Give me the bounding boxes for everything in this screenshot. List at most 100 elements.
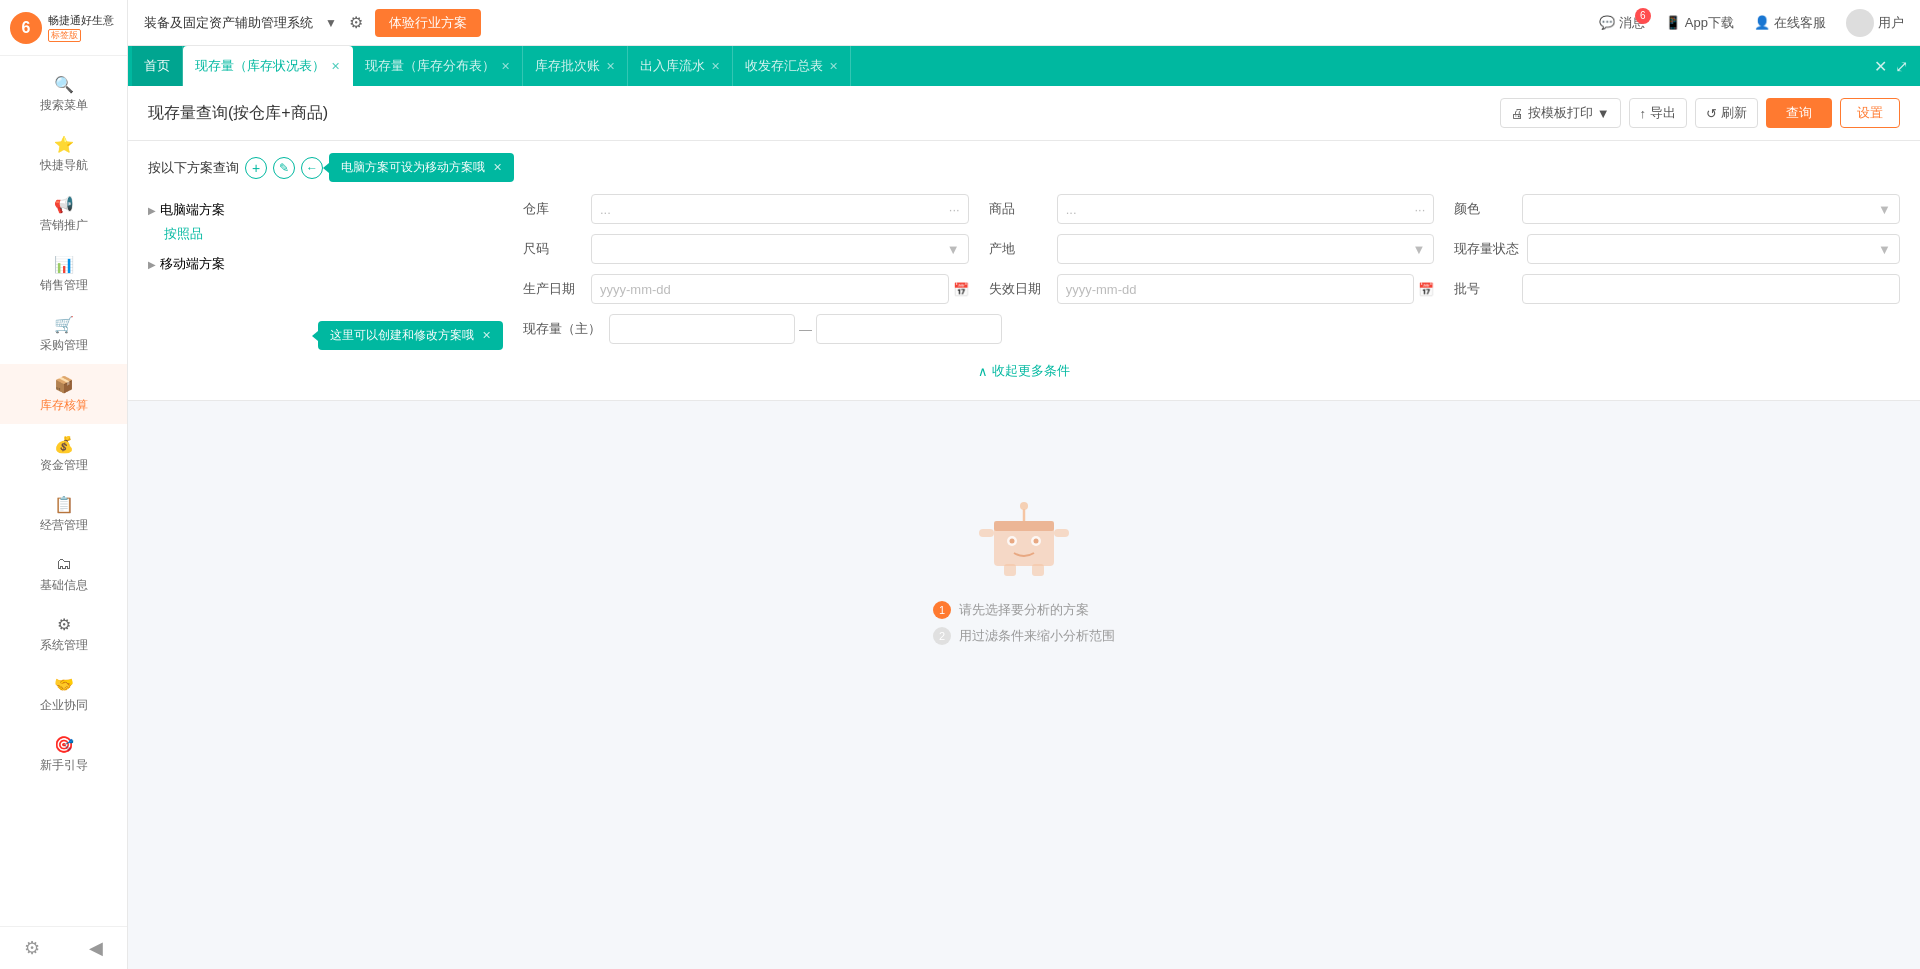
tab-close-batch-ledger[interactable]: ✕ xyxy=(606,60,615,73)
service-icon: 👤 xyxy=(1754,15,1770,30)
tab-batch-ledger[interactable]: 库存批次账 ✕ xyxy=(523,46,628,86)
settings-bottom-btn[interactable]: ⚙ xyxy=(24,937,40,959)
sidebar-item-enterprise[interactable]: 🤝 企业协同 xyxy=(0,664,127,724)
sidebar-item-inventory[interactable]: 📦 库存核算 xyxy=(0,364,127,424)
system-dropdown-btn[interactable]: ▼ xyxy=(325,16,337,30)
tab-home-label: 首页 xyxy=(144,57,170,75)
stock-status-select[interactable]: ▼ xyxy=(1527,234,1900,264)
app-download-btn[interactable]: 📱 App下载 xyxy=(1665,14,1734,32)
experience-btn[interactable]: 体验行业方案 xyxy=(375,9,481,37)
step-1-num: 1 xyxy=(933,601,951,619)
step-2-num: 2 xyxy=(933,627,951,645)
origin-select[interactable]: ▼ xyxy=(1057,234,1435,264)
goods-label: 商品 xyxy=(989,200,1049,218)
sidebar-item-sales[interactable]: 📊 销售管理 xyxy=(0,244,127,304)
collapse-icon: ∧ xyxy=(978,364,988,379)
stock-main-from[interactable] xyxy=(609,314,795,344)
scheme-tooltip-close[interactable]: ✕ xyxy=(493,161,502,174)
collapse-filter-btn[interactable]: ∧ 收起更多条件 xyxy=(148,354,1900,388)
scheme-desktop[interactable]: ▶ 电脑端方案 xyxy=(148,198,308,222)
scheme-item-desktop-1[interactable]: 按照品 xyxy=(164,222,308,246)
operations-icon: 📋 xyxy=(54,494,74,514)
marketing-icon: 📢 xyxy=(54,194,74,214)
empty-step-1: 1 请先选择要分析的方案 xyxy=(933,601,1115,619)
arrow-scheme-btn[interactable]: ← xyxy=(301,157,323,179)
batch-input[interactable] xyxy=(1522,274,1900,304)
size-select[interactable]: ▼ xyxy=(591,234,969,264)
warehouse-label: 仓库 xyxy=(523,200,583,218)
goods-select[interactable]: ... ··· xyxy=(1057,194,1435,224)
tab-close-inventory-dist[interactable]: ✕ xyxy=(501,60,510,73)
sidebar-item-marketing[interactable]: 📢 营销推广 xyxy=(0,184,127,244)
enterprise-icon: 🤝 xyxy=(54,674,74,694)
search-btn[interactable]: 查询 xyxy=(1766,98,1832,128)
tab-collect-summary[interactable]: 收发存汇总表 ✕ xyxy=(733,46,851,86)
size-arrow: ▼ xyxy=(947,242,960,257)
export-icon: ↑ xyxy=(1640,106,1647,121)
export-btn[interactable]: ↑ 导出 xyxy=(1629,98,1688,128)
scheme-tooltip: 电脑方案可设为移动方案哦 ✕ xyxy=(329,153,514,182)
goods-placeholder: ... xyxy=(1066,202,1077,217)
sidebar-item-finance[interactable]: 💰 资金管理 xyxy=(0,424,127,484)
mobile-label: 移动端方案 xyxy=(160,255,225,273)
sidebar-logo: 6 畅捷通好生意 标签版 xyxy=(0,0,127,56)
system-icon: ⚙ xyxy=(54,614,74,634)
filter-stock-status: 现存量状态 ▼ xyxy=(1454,234,1900,264)
sidebar-item-label: 资金管理 xyxy=(40,457,88,474)
calendar-icon-expire[interactable]: 📅 xyxy=(1418,282,1434,297)
header-settings-icon[interactable]: ⚙ xyxy=(349,13,363,32)
collapse-sidebar-btn[interactable]: ◀ xyxy=(89,937,103,959)
print-dropdown-icon: ▼ xyxy=(1597,106,1610,121)
refresh-btn[interactable]: ↺ 刷新 xyxy=(1695,98,1758,128)
tab-close-in-out-flow[interactable]: ✕ xyxy=(711,60,720,73)
sidebar-item-basic[interactable]: 🗂 基础信息 xyxy=(0,544,127,604)
filter-expire-date: 失效日期 📅 xyxy=(989,274,1435,304)
sidebar-item-system[interactable]: ⚙ 系统管理 xyxy=(0,604,127,664)
scheme-mobile[interactable]: ▶ 移动端方案 xyxy=(148,252,308,276)
scheme-panel: ▶ 电脑端方案 按照品 ▶ 移动端方案 xyxy=(148,194,308,354)
tab-close-inventory-status[interactable]: ✕ xyxy=(331,60,340,73)
reset-btn[interactable]: 设置 xyxy=(1840,98,1900,128)
sidebar-item-purchase[interactable]: 🛒 采购管理 xyxy=(0,304,127,364)
expire-date-input[interactable] xyxy=(1057,274,1415,304)
stock-main-to[interactable] xyxy=(816,314,1002,344)
inventory-icon: 📦 xyxy=(54,374,74,394)
tab-close-all-btn[interactable]: ✕ xyxy=(1874,57,1887,76)
user-area[interactable]: 用户 xyxy=(1846,9,1904,37)
sidebar-bottom: ⚙ ◀ xyxy=(0,926,127,969)
svg-rect-1 xyxy=(994,521,1054,531)
page-content: 现存量查询(按仓库+商品) 🖨 按模板打印 ▼ ↑ 导出 ↺ 刷新 查询 设置 xyxy=(128,86,1920,969)
tab-maximize-btn[interactable]: ⤢ xyxy=(1895,57,1908,76)
svg-point-4 xyxy=(1010,539,1015,544)
tab-inventory-status[interactable]: 现存量（库存状况表） ✕ xyxy=(183,46,353,86)
origin-arrow: ▼ xyxy=(1412,242,1425,257)
size-label: 尺码 xyxy=(523,240,583,258)
create-tooltip-close[interactable]: ✕ xyxy=(482,329,491,342)
sidebar-item-label: 新手引导 xyxy=(40,757,88,774)
template-print-btn[interactable]: 🖨 按模板打印 ▼ xyxy=(1500,98,1621,128)
sidebar-item-operations[interactable]: 📋 经营管理 xyxy=(0,484,127,544)
user-label: 用户 xyxy=(1878,14,1904,32)
tab-inventory-dist[interactable]: 现存量（库存分布表） ✕ xyxy=(353,46,523,86)
edit-scheme-btn[interactable]: ✎ xyxy=(273,157,295,179)
svg-rect-7 xyxy=(1054,529,1069,537)
tab-close-collect-summary[interactable]: ✕ xyxy=(829,60,838,73)
message-btn[interactable]: 💬 消息 6 xyxy=(1599,14,1645,32)
calendar-icon-produce[interactable]: 📅 xyxy=(953,282,969,297)
color-select[interactable]: ▼ xyxy=(1522,194,1900,224)
produce-date-input[interactable] xyxy=(591,274,949,304)
tab-in-out-flow[interactable]: 出入库流水 ✕ xyxy=(628,46,733,86)
warehouse-select[interactable]: ... ··· xyxy=(591,194,969,224)
sidebar-item-search-menu[interactable]: 🔍 搜索菜单 xyxy=(0,64,127,124)
online-service-btn[interactable]: 👤 在线客服 xyxy=(1754,14,1826,32)
svg-rect-9 xyxy=(1032,564,1044,576)
tab-home[interactable]: 首页 xyxy=(132,46,183,86)
add-scheme-btn[interactable]: + xyxy=(245,157,267,179)
sidebar-item-quick-nav[interactable]: ⭐ 快捷导航 xyxy=(0,124,127,184)
stock-status-arrow: ▼ xyxy=(1878,242,1891,257)
online-service-label: 在线客服 xyxy=(1774,14,1826,32)
sales-icon: 📊 xyxy=(54,254,74,274)
sidebar-item-label: 基础信息 xyxy=(40,577,88,594)
sidebar-item-guide[interactable]: 🎯 新手引导 xyxy=(0,724,127,784)
step-2-text: 用过滤条件来缩小分析范围 xyxy=(959,627,1115,645)
